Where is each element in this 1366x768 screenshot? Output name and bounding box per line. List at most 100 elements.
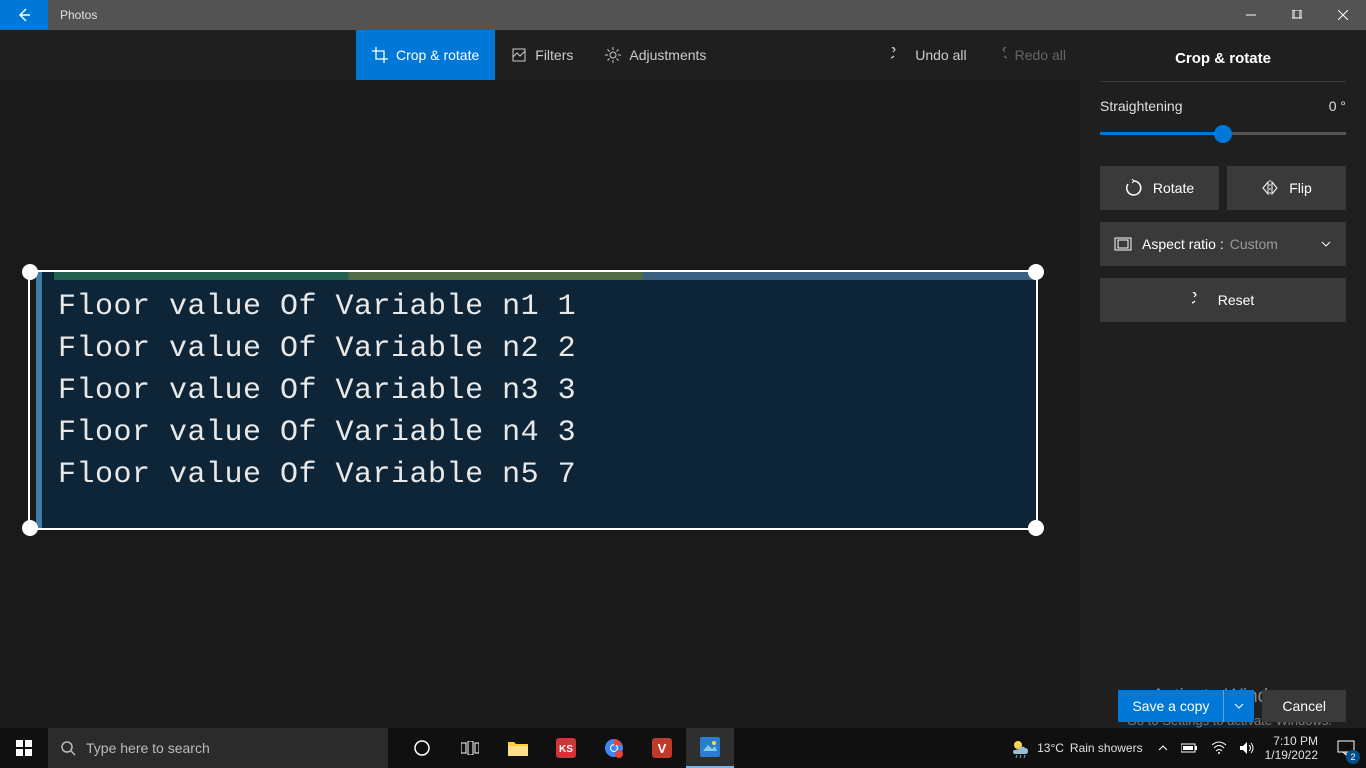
battery-icon[interactable] xyxy=(1181,742,1199,754)
app-icon-1[interactable]: KS xyxy=(542,728,590,768)
redo-icon xyxy=(991,47,1007,63)
taskbar-apps: KS V xyxy=(398,728,734,768)
chevron-down-icon xyxy=(1234,701,1244,711)
cancel-button[interactable]: Cancel xyxy=(1262,690,1346,722)
taskbar-clock[interactable]: 7:10 PM 1/19/2022 xyxy=(1265,734,1318,762)
system-tray: 13°C Rain showers 7:10 PM 1/19/2022 2 xyxy=(1011,728,1366,768)
arrow-left-icon xyxy=(16,7,32,23)
image-text-line: Floor value Of Variable n2 2 xyxy=(58,328,1020,370)
redo-all-button: Redo all xyxy=(991,47,1066,63)
undo-icon xyxy=(891,47,907,63)
straightening-value: 0 ° xyxy=(1329,98,1346,114)
crop-frame[interactable]: Floor value Of Variable n1 1 Floor value… xyxy=(28,270,1038,530)
rotate-flip-row: Rotate Flip xyxy=(1100,166,1346,210)
minimize-icon xyxy=(1246,10,1256,20)
search-placeholder: Type here to search xyxy=(86,740,210,756)
rotate-button[interactable]: Rotate xyxy=(1100,166,1219,210)
tab-label: Adjustments xyxy=(629,47,706,63)
cancel-label: Cancel xyxy=(1282,698,1326,714)
task-view-button[interactable] xyxy=(446,728,494,768)
maximize-button[interactable] xyxy=(1274,0,1320,30)
app-title: Photos xyxy=(60,8,97,22)
adjustments-icon xyxy=(605,47,621,63)
flip-label: Flip xyxy=(1289,180,1312,196)
tab-crop-rotate[interactable]: Crop & rotate xyxy=(356,30,495,80)
canvas-area[interactable]: Floor value Of Variable n1 1 Floor value… xyxy=(0,80,1080,728)
filters-icon xyxy=(511,47,527,63)
crop-handle-top-right[interactable] xyxy=(1028,264,1044,280)
flip-icon xyxy=(1261,179,1279,197)
flip-button[interactable]: Flip xyxy=(1227,166,1346,210)
svg-text:V: V xyxy=(658,741,667,756)
reset-label: Reset xyxy=(1218,292,1255,308)
straightening-slider[interactable] xyxy=(1100,124,1346,144)
taskbar-search[interactable]: Type here to search xyxy=(48,728,388,768)
aspect-value: Custom xyxy=(1230,236,1278,252)
aspect-icon xyxy=(1114,237,1132,251)
crop-handle-bottom-left[interactable] xyxy=(22,520,38,536)
image-preview: Floor value Of Variable n1 1 Floor value… xyxy=(36,272,1036,528)
aspect-label: Aspect ratio : xyxy=(1142,236,1224,252)
tray-icons xyxy=(1157,741,1255,755)
weather-desc: Rain showers xyxy=(1070,741,1143,755)
undo-redo-group: Undo all Redo all xyxy=(891,30,1066,80)
photos-app-button[interactable] xyxy=(686,728,734,768)
v-app-icon: V xyxy=(652,738,672,758)
reset-button[interactable]: Reset xyxy=(1100,278,1346,322)
image-artifact xyxy=(54,272,1036,280)
minimize-button[interactable] xyxy=(1228,0,1274,30)
action-bar: Save a copy Cancel xyxy=(1118,690,1346,722)
crop-handle-bottom-right[interactable] xyxy=(1028,520,1044,536)
close-button[interactable] xyxy=(1320,0,1366,30)
tab-label: Crop & rotate xyxy=(396,47,479,63)
wifi-icon[interactable] xyxy=(1211,741,1227,755)
straightening-label: Straightening xyxy=(1100,98,1183,114)
clock-date: 1/19/2022 xyxy=(1265,748,1318,762)
taskview-icon xyxy=(461,741,479,755)
image-text-line: Floor value Of Variable n4 3 xyxy=(58,412,1020,454)
redo-label: Redo all xyxy=(1015,47,1066,63)
save-copy-button[interactable]: Save a copy xyxy=(1118,690,1254,722)
crop-rotate-panel: Crop & rotate Straightening 0 ° Rotate F… xyxy=(1080,30,1366,728)
save-label: Save a copy xyxy=(1118,698,1223,714)
reset-icon xyxy=(1192,292,1208,308)
tab-filters[interactable]: Filters xyxy=(495,30,589,80)
undo-label: Undo all xyxy=(915,47,966,63)
undo-all-button[interactable]: Undo all xyxy=(891,47,966,63)
clock-time: 7:10 PM xyxy=(1265,734,1318,748)
image-text-line: Floor value Of Variable n5 7 xyxy=(58,454,1020,496)
back-button[interactable] xyxy=(0,0,48,30)
tab-adjustments[interactable]: Adjustments xyxy=(589,30,722,80)
rotate-icon xyxy=(1125,179,1143,197)
file-explorer-button[interactable] xyxy=(494,728,542,768)
image-text-line: Floor value Of Variable n1 1 xyxy=(58,286,1020,328)
slider-fill xyxy=(1100,132,1223,135)
weather-temp: 13°C xyxy=(1037,741,1064,755)
crop-handle-top-left[interactable] xyxy=(22,264,38,280)
red-app-icon: KS xyxy=(556,738,576,758)
crop-icon xyxy=(372,47,388,63)
tab-label: Filters xyxy=(535,47,573,63)
chevron-up-icon[interactable] xyxy=(1157,742,1169,754)
image-text-line: Floor value Of Variable n3 3 xyxy=(58,370,1020,412)
rotate-label: Rotate xyxy=(1153,180,1194,196)
windows-icon xyxy=(16,740,32,756)
window-controls xyxy=(1228,0,1366,30)
aspect-ratio-dropdown[interactable]: Aspect ratio : Custom xyxy=(1100,222,1346,266)
chrome-icon xyxy=(604,738,624,758)
maximize-icon xyxy=(1292,10,1302,20)
save-dropdown-toggle[interactable] xyxy=(1223,690,1254,722)
start-button[interactable] xyxy=(0,728,48,768)
straightening-row: Straightening 0 ° xyxy=(1100,98,1346,114)
weather-widget[interactable]: 13°C Rain showers xyxy=(1011,738,1143,758)
slider-thumb[interactable] xyxy=(1214,125,1232,143)
volume-icon[interactable] xyxy=(1239,741,1255,755)
chrome-button[interactable] xyxy=(590,728,638,768)
folder-icon xyxy=(508,740,528,756)
photos-icon xyxy=(700,737,720,757)
titlebar: Photos xyxy=(0,0,1366,30)
close-icon xyxy=(1338,10,1348,20)
notification-center-button[interactable]: 2 xyxy=(1326,728,1366,768)
cortana-button[interactable] xyxy=(398,728,446,768)
app-icon-2[interactable]: V xyxy=(638,728,686,768)
